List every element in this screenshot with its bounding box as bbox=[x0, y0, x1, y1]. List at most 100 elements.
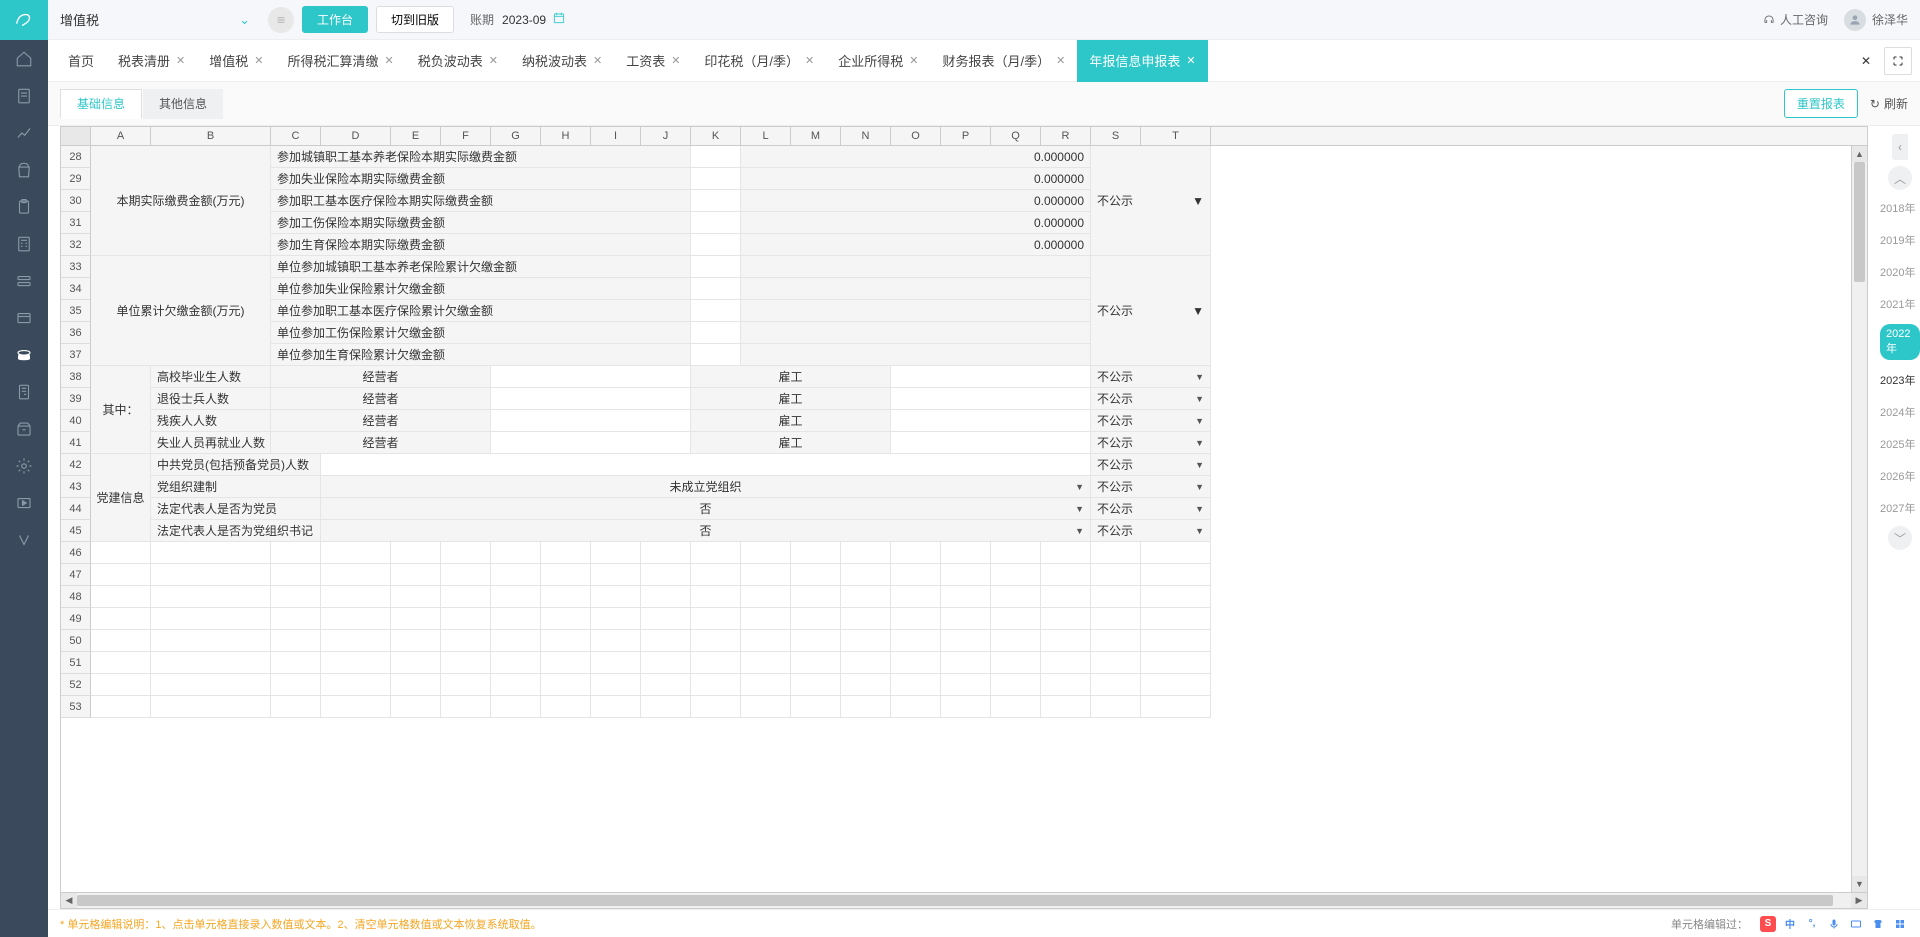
cell-empty[interactable] bbox=[91, 652, 151, 674]
subtab-other[interactable]: 其他信息 bbox=[143, 89, 223, 119]
cell-empty[interactable] bbox=[391, 630, 441, 652]
close-icon[interactable]: ✕ bbox=[254, 54, 263, 67]
ime-tools-icon[interactable] bbox=[1892, 916, 1908, 932]
cell-empty[interactable] bbox=[741, 608, 791, 630]
cell-empty[interactable] bbox=[741, 542, 791, 564]
cell-empty[interactable] bbox=[891, 586, 941, 608]
select-all-cell[interactable] bbox=[61, 127, 91, 145]
row-header[interactable]: 47 bbox=[61, 564, 91, 586]
row-header[interactable]: 30 bbox=[61, 190, 91, 212]
cell-empty[interactable] bbox=[441, 652, 491, 674]
cell-input[interactable] bbox=[691, 322, 741, 344]
cell-empty[interactable] bbox=[541, 608, 591, 630]
cell-empty[interactable] bbox=[1141, 696, 1211, 718]
cell-empty[interactable] bbox=[891, 542, 941, 564]
cell-empty[interactable] bbox=[321, 696, 391, 718]
cell-empty[interactable] bbox=[591, 586, 641, 608]
close-icon[interactable]: ✕ bbox=[805, 54, 814, 67]
cell-empty[interactable] bbox=[441, 674, 491, 696]
cell-empty[interactable] bbox=[91, 586, 151, 608]
row-header[interactable]: 36 bbox=[61, 322, 91, 344]
row-header[interactable]: 31 bbox=[61, 212, 91, 234]
year-item[interactable]: 2019年 bbox=[1880, 224, 1920, 256]
close-tab-button[interactable]: ✕ bbox=[1852, 47, 1880, 75]
cell-empty[interactable] bbox=[891, 674, 941, 696]
show-select[interactable]: 不公示▼ bbox=[1091, 366, 1211, 388]
cell-empty[interactable] bbox=[791, 608, 841, 630]
cell-empty[interactable] bbox=[1141, 674, 1211, 696]
nav-doc-icon[interactable] bbox=[0, 77, 48, 114]
cell-empty[interactable] bbox=[1091, 586, 1141, 608]
cell-empty[interactable] bbox=[391, 652, 441, 674]
cell-empty[interactable] bbox=[691, 542, 741, 564]
cell-empty[interactable] bbox=[321, 608, 391, 630]
cell-empty[interactable] bbox=[841, 674, 891, 696]
period-value[interactable]: 2023-09 bbox=[502, 13, 546, 27]
cell-empty[interactable] bbox=[541, 564, 591, 586]
cell-empty[interactable] bbox=[491, 586, 541, 608]
cell-input[interactable] bbox=[691, 256, 741, 278]
cell-empty[interactable] bbox=[691, 608, 741, 630]
cell-empty[interactable] bbox=[1141, 586, 1211, 608]
show-select[interactable]: 不公示▼ bbox=[1091, 256, 1211, 366]
col-header[interactable]: D bbox=[321, 127, 391, 145]
nav-v-icon[interactable] bbox=[0, 521, 48, 558]
cell-empty[interactable] bbox=[841, 630, 891, 652]
cell-empty[interactable] bbox=[271, 652, 321, 674]
expand-button[interactable] bbox=[1884, 47, 1912, 75]
cell-empty[interactable] bbox=[541, 652, 591, 674]
cell-empty[interactable] bbox=[541, 586, 591, 608]
nav-chart-icon[interactable] bbox=[0, 114, 48, 151]
row-header[interactable]: 39 bbox=[61, 388, 91, 410]
cell-empty[interactable] bbox=[441, 586, 491, 608]
cell-empty[interactable] bbox=[1091, 608, 1141, 630]
cell-empty[interactable] bbox=[391, 608, 441, 630]
close-icon[interactable]: ✕ bbox=[1186, 54, 1195, 67]
row-header[interactable]: 29 bbox=[61, 168, 91, 190]
year-item[interactable]: 2018年 bbox=[1880, 192, 1920, 224]
show-select[interactable]: 不公示▼ bbox=[1091, 388, 1211, 410]
cell-empty[interactable] bbox=[591, 564, 641, 586]
cell-empty[interactable] bbox=[1141, 652, 1211, 674]
col-header[interactable]: C bbox=[271, 127, 321, 145]
col-header[interactable]: P bbox=[941, 127, 991, 145]
cell-empty[interactable] bbox=[151, 674, 271, 696]
user-menu[interactable]: 徐泽华 bbox=[1844, 9, 1908, 31]
cell-empty[interactable] bbox=[941, 586, 991, 608]
show-select[interactable]: 不公示▼ bbox=[1091, 476, 1211, 498]
cell-empty[interactable] bbox=[1091, 564, 1141, 586]
cell-empty[interactable] bbox=[1041, 586, 1091, 608]
close-icon[interactable]: ✕ bbox=[671, 54, 680, 67]
year-item[interactable]: 2025年 bbox=[1880, 428, 1920, 460]
col-header[interactable]: Q bbox=[991, 127, 1041, 145]
cell-empty[interactable] bbox=[151, 564, 271, 586]
tab-0[interactable]: 首页 bbox=[56, 40, 106, 82]
ime-cn-icon[interactable]: 中 bbox=[1782, 916, 1798, 932]
cell-empty[interactable] bbox=[491, 652, 541, 674]
cell-empty[interactable] bbox=[591, 696, 641, 718]
hscroll-thumb[interactable] bbox=[77, 895, 1833, 906]
close-icon[interactable]: ✕ bbox=[489, 54, 498, 67]
cell-empty[interactable] bbox=[271, 696, 321, 718]
cell-empty[interactable] bbox=[741, 674, 791, 696]
cell-empty[interactable] bbox=[321, 564, 391, 586]
cell-empty[interactable] bbox=[941, 696, 991, 718]
cell-empty[interactable] bbox=[1091, 630, 1141, 652]
cell-empty[interactable] bbox=[541, 542, 591, 564]
grid-body[interactable]: 28参加城镇职工基本养老保险本期实际缴费金额0.00000029参加失业保险本期… bbox=[61, 146, 1851, 892]
row-header[interactable]: 53 bbox=[61, 696, 91, 718]
close-icon[interactable]: ✕ bbox=[176, 54, 185, 67]
cell-empty[interactable] bbox=[841, 542, 891, 564]
nav-receipt-icon[interactable] bbox=[0, 373, 48, 410]
tab-3[interactable]: 所得税汇算清缴✕ bbox=[275, 40, 405, 82]
cell-empty[interactable] bbox=[591, 630, 641, 652]
col-header[interactable]: B bbox=[151, 127, 271, 145]
consult-button[interactable]: 人工咨询 bbox=[1762, 11, 1828, 28]
year-item[interactable]: 2027年 bbox=[1880, 492, 1920, 524]
col-header[interactable]: E bbox=[391, 127, 441, 145]
cell-input[interactable] bbox=[691, 234, 741, 256]
row-header[interactable]: 40 bbox=[61, 410, 91, 432]
row-header[interactable]: 41 bbox=[61, 432, 91, 454]
show-select[interactable]: 不公示▼ bbox=[1091, 498, 1211, 520]
list-icon[interactable] bbox=[268, 7, 294, 33]
